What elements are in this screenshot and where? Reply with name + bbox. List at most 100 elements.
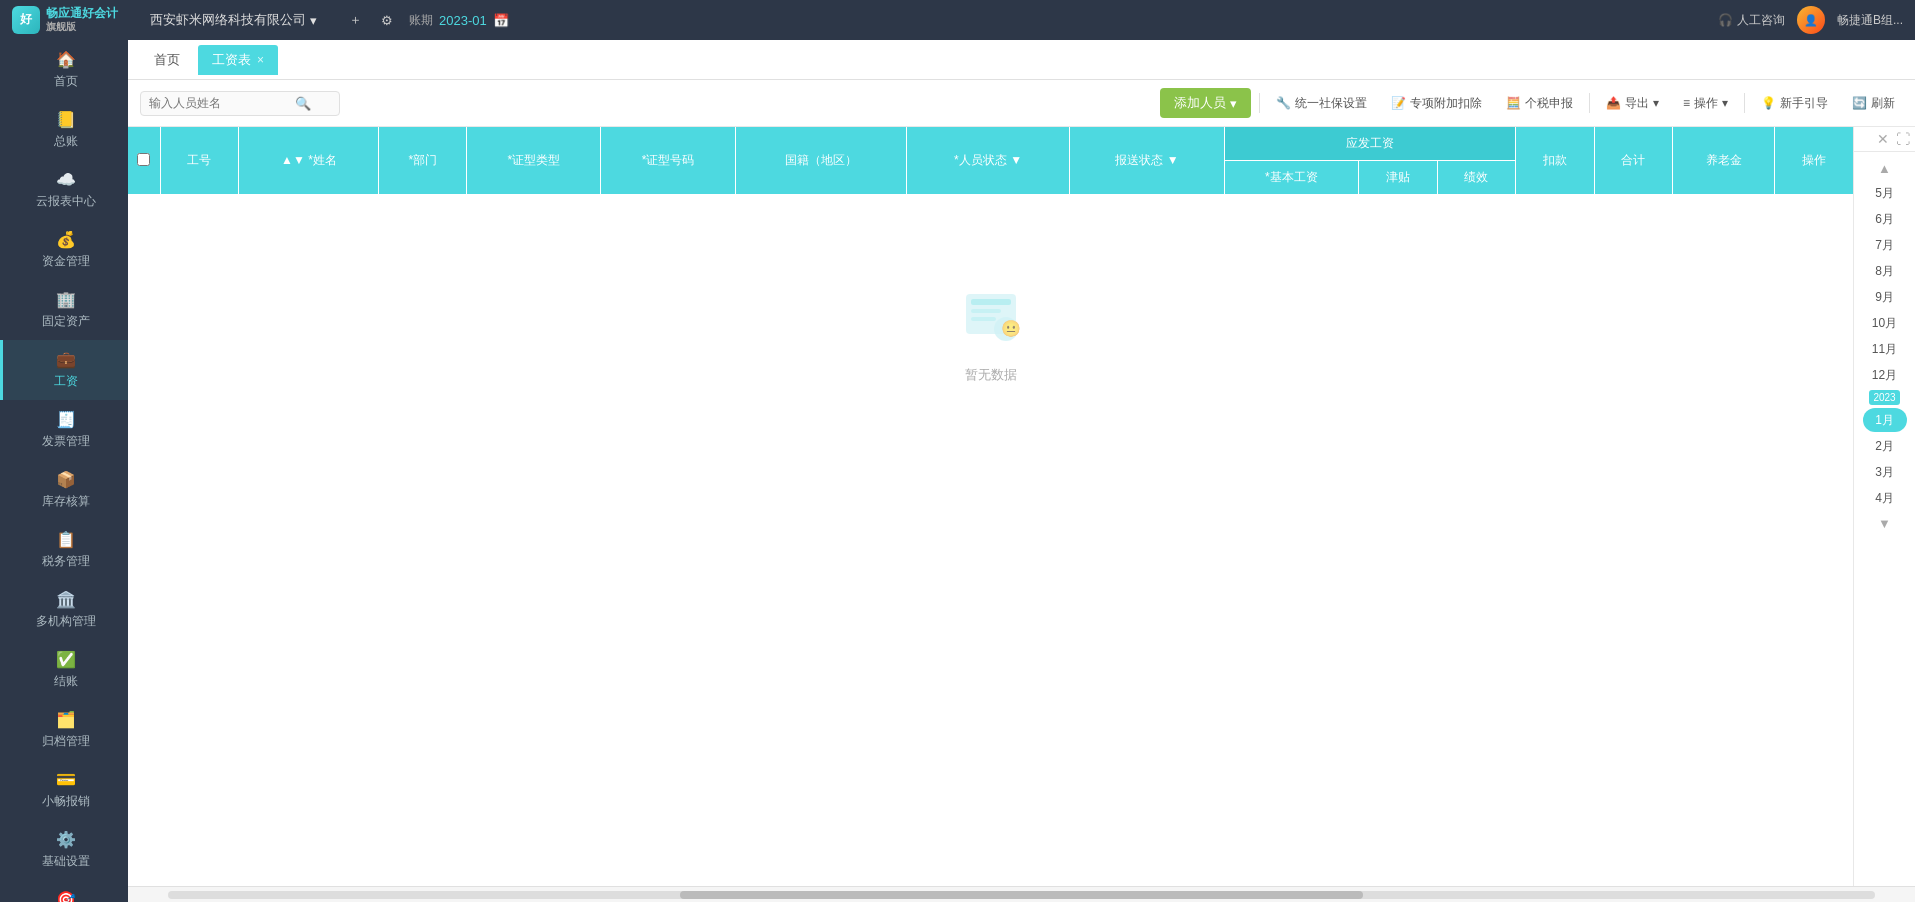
tab-close-icon[interactable]: ×	[257, 53, 264, 67]
sidebar-item-label: 发票管理	[42, 433, 90, 450]
chevron-down-icon: ▾	[310, 13, 317, 28]
search-wrap: 🔍	[140, 91, 340, 116]
search-icon: 🔍	[295, 96, 311, 111]
export-icon: 📤	[1606, 96, 1621, 110]
refresh-btn[interactable]: 🔄 刷新	[1844, 91, 1903, 116]
personal-tax-icon: 🧮	[1506, 96, 1521, 110]
month-item-8[interactable]: 8月	[1863, 259, 1907, 283]
month-nav-down[interactable]: ▼	[1871, 513, 1899, 533]
select-all-checkbox[interactable]	[137, 153, 150, 166]
add-person-button[interactable]: 添加人员 ▾	[1160, 88, 1251, 118]
table-area: 工号 ▲▼ *姓名 *部门 *证型类型 *证型号码 国籍（地区） *人员状态 ▼	[128, 127, 1853, 886]
social-insurance-label: 统一社保设置	[1295, 95, 1367, 112]
sidebar-item-tax[interactable]: 📋 税务管理	[0, 520, 128, 580]
period-label: 账期	[409, 12, 433, 29]
th-id-no: *证型号码	[601, 127, 735, 194]
guide-btn[interactable]: 💡 新手引导	[1753, 91, 1836, 116]
th-total: 合计	[1594, 127, 1673, 194]
month-item-4[interactable]: 4月	[1863, 486, 1907, 510]
special-deduction-btn[interactable]: 📝 专项附加扣除	[1383, 91, 1490, 116]
month-item-3[interactable]: 3月	[1863, 460, 1907, 484]
tab-salary[interactable]: 工资表 ×	[198, 45, 278, 75]
topbar-actions: ＋ ⚙	[343, 8, 399, 32]
guide-toolbar-icon: 💡	[1761, 96, 1776, 110]
sidebar-item-fixed-asset[interactable]: 🏢 固定资产	[0, 280, 128, 340]
right-panel: ✕ ⛶ ▲ 5月 6月 7月 8月 9月 10月 11月 12月 2023 1月…	[1853, 127, 1915, 886]
cloud-icon: ☁️	[56, 170, 76, 189]
year-label[interactable]: 2023	[1869, 390, 1899, 405]
month-item-2[interactable]: 2月	[1863, 434, 1907, 458]
period-value[interactable]: 2023-01	[439, 13, 487, 28]
sidebar-item-home[interactable]: 🏠 首页	[0, 40, 128, 100]
export-btn[interactable]: 📤 导出 ▾	[1598, 91, 1667, 116]
sidebar-item-cloud-report[interactable]: ☁️ 云报表中心	[0, 160, 128, 220]
month-item-7[interactable]: 7月	[1863, 233, 1907, 257]
sidebar-item-ledger[interactable]: 📒 总账	[0, 100, 128, 160]
social-insurance-btn[interactable]: 🔧 统一社保设置	[1268, 91, 1375, 116]
sidebar-item-label: 基础设置	[42, 853, 90, 870]
app-edition: 旗舰版	[46, 20, 118, 34]
personal-tax-btn[interactable]: 🧮 个税申报	[1498, 91, 1581, 116]
company-selector[interactable]: 西安虾米网络科技有限公司 ▾	[142, 7, 325, 33]
th-action: 操作	[1775, 127, 1853, 194]
expense-icon: 💳	[56, 770, 76, 789]
settings-icon[interactable]: ⚙	[375, 8, 399, 32]
fixed-asset-icon: 🏢	[56, 290, 76, 309]
sidebar-item-fund[interactable]: 💰 资金管理	[0, 220, 128, 280]
month-item-9[interactable]: 9月	[1863, 285, 1907, 309]
export-label: 导出	[1625, 95, 1649, 112]
month-nav-up[interactable]: ▲	[1871, 158, 1899, 178]
sidebar-item-invoice[interactable]: 🧾 发票管理	[0, 400, 128, 460]
personal-tax-label: 个税申报	[1525, 95, 1573, 112]
add-person-chevron: ▾	[1230, 96, 1237, 111]
close-period-icon: ✅	[56, 650, 76, 669]
sidebar-item-close-period[interactable]: ✅ 结账	[0, 640, 128, 700]
month-item-10[interactable]: 10月	[1863, 311, 1907, 335]
sidebar-item-expense[interactable]: 💳 小畅报销	[0, 760, 128, 820]
panel-expand-icon[interactable]: ⛶	[1895, 131, 1911, 147]
salary-table: 工号 ▲▼ *姓名 *部门 *证型类型 *证型号码 国籍（地区） *人员状态 ▼	[128, 127, 1853, 194]
salary-icon: 💼	[56, 350, 76, 369]
sidebar-item-label: 多机构管理	[36, 613, 96, 630]
month-item-6[interactable]: 6月	[1863, 207, 1907, 231]
guide-icon: 🎯	[56, 890, 76, 902]
panel-close-icon[interactable]: ✕	[1875, 131, 1891, 147]
month-item-1[interactable]: 1月	[1863, 408, 1907, 432]
sidebar-item-label: 结账	[54, 673, 78, 690]
th-number: 工号	[160, 127, 239, 194]
tab-home-label: 首页	[154, 51, 180, 69]
sidebar-item-multi-org[interactable]: 🏛️ 多机构管理	[0, 580, 128, 640]
inventory-icon: 📦	[56, 470, 76, 489]
settings-sidebar-icon: ⚙️	[56, 830, 76, 849]
sidebar-item-guide[interactable]: 🎯 新手引导	[0, 880, 128, 902]
service-button[interactable]: 🎧 人工咨询	[1718, 12, 1785, 29]
user-avatar[interactable]: 👤	[1797, 6, 1825, 34]
sidebar-item-label: 云报表中心	[36, 193, 96, 210]
month-item-12[interactable]: 12月	[1863, 363, 1907, 387]
th-performance: 绩效	[1437, 161, 1515, 195]
sidebar-item-archive[interactable]: 🗂️ 归档管理	[0, 700, 128, 760]
archive-icon: 🗂️	[56, 710, 76, 729]
empty-illustration: 😐	[951, 274, 1031, 354]
th-deduction: 扣款	[1515, 127, 1594, 194]
sidebar-item-label: 小畅报销	[42, 793, 90, 810]
sidebar-item-settings[interactable]: ⚙️ 基础设置	[0, 820, 128, 880]
month-item-5[interactable]: 5月	[1863, 181, 1907, 205]
month-item-11[interactable]: 11月	[1863, 337, 1907, 361]
operations-btn[interactable]: ≡ 操作 ▾	[1675, 91, 1736, 116]
search-input[interactable]	[149, 96, 289, 110]
sidebar-item-inventory[interactable]: 📦 库存核算	[0, 460, 128, 520]
avatar-icon: 👤	[1804, 14, 1818, 27]
th-checkbox	[128, 127, 160, 194]
tab-home[interactable]: 首页	[140, 45, 194, 75]
operations-icon: ≡	[1683, 96, 1690, 110]
home-icon: 🏠	[56, 50, 76, 69]
add-icon[interactable]: ＋	[343, 8, 367, 32]
calendar-icon[interactable]: 📅	[493, 13, 509, 28]
right-panel-header: ✕ ⛶	[1854, 127, 1915, 152]
fund-icon: 💰	[56, 230, 76, 249]
sidebar-item-salary[interactable]: 💼 工资	[0, 340, 128, 400]
report-filter-icon[interactable]: ▼	[1167, 153, 1179, 167]
invoice-icon: 🧾	[56, 410, 76, 429]
status-filter-icon[interactable]: ▼	[1010, 153, 1022, 167]
